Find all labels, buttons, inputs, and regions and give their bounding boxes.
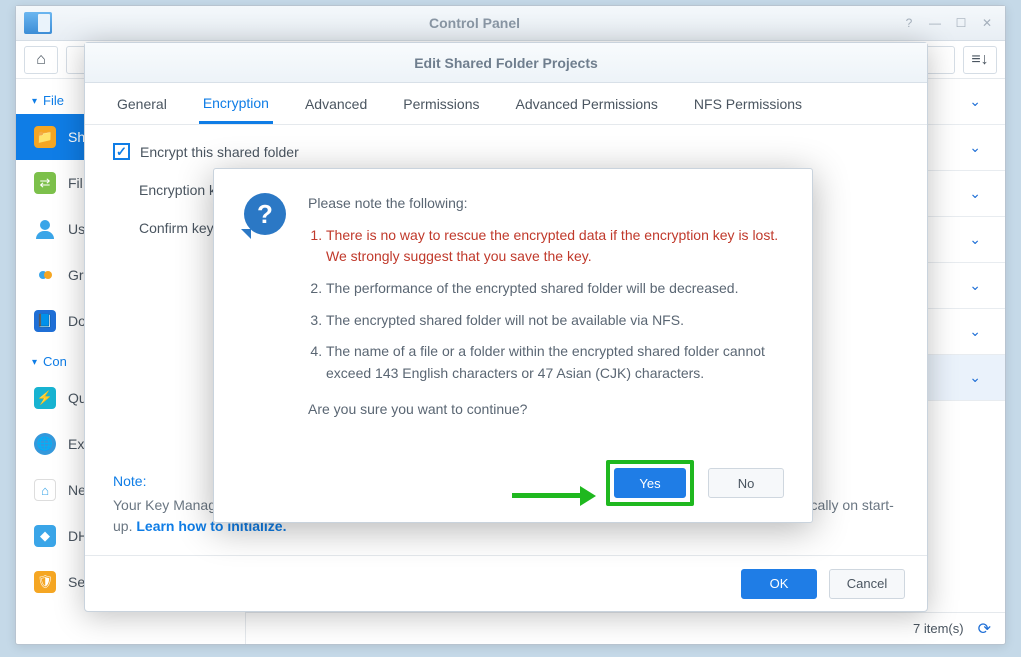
dialog-title: Edit Shared Folder Projects [85, 43, 927, 83]
yes-highlight: Yes [606, 460, 694, 506]
confirm-question: Are you sure you want to continue? [308, 399, 782, 421]
instruction-arrow [512, 493, 582, 498]
chevron-down-icon: ⌄ [969, 231, 981, 248]
chevron-down-icon: ⌄ [969, 323, 981, 340]
chevron-down-icon: ⌄ [969, 369, 981, 386]
confirm-heading: Please note the following: [308, 193, 782, 215]
home-icon: ⌂ [36, 51, 46, 69]
sidebar-label: Ex [68, 436, 84, 452]
close-button[interactable]: ✕ [975, 13, 999, 33]
encrypt-label: Encrypt this shared folder [140, 144, 299, 160]
dhcp-icon: ◆ [34, 525, 56, 547]
sidebar-label: Us [68, 221, 85, 237]
chevron-down-icon: ⌄ [969, 185, 981, 202]
minimize-button[interactable]: — [923, 13, 947, 33]
folder-share-icon: 📁 [34, 126, 56, 148]
no-button[interactable]: No [708, 468, 784, 498]
user-icon [34, 218, 56, 240]
sidebar-label: Fil [68, 175, 83, 191]
chevron-down-icon: ⌄ [969, 139, 981, 156]
confirm-footer: Yes No [606, 460, 784, 506]
item-count: 7 item(s) [913, 621, 964, 636]
cancel-button[interactable]: Cancel [829, 569, 905, 599]
globe-icon: 🌐 [34, 433, 56, 455]
domain-icon: 📘 [34, 310, 56, 332]
tab-encryption[interactable]: Encryption [199, 85, 273, 124]
tab-advanced[interactable]: Advanced [301, 86, 371, 122]
ok-button[interactable]: OK [741, 569, 817, 599]
confirm-item-2: The performance of the encrypted shared … [326, 278, 782, 300]
shield-icon: 🛡 [34, 571, 56, 593]
window-title: Control Panel [52, 15, 897, 31]
sidebar-label: Gr [68, 267, 84, 283]
maximize-button[interactable]: ☐ [949, 13, 973, 33]
tab-permissions[interactable]: Permissions [399, 86, 483, 122]
help-button[interactable]: ? [897, 13, 921, 33]
dialog-tabs: General Encryption Advanced Permissions … [85, 83, 927, 125]
quickconnect-icon: ⚡ [34, 387, 56, 409]
dialog-footer: OK Cancel [85, 555, 927, 611]
network-icon: ⌂ [34, 479, 56, 501]
tab-general[interactable]: General [113, 86, 171, 122]
sort-button[interactable]: ≡↓ [963, 46, 997, 74]
encrypt-checkbox-row: ✓ Encrypt this shared folder [113, 143, 899, 160]
tab-advanced-permissions[interactable]: Advanced Permissions [512, 86, 662, 122]
confirm-dialog: ? Please note the following: There is no… [213, 168, 813, 523]
chevron-down-icon: ⌄ [969, 277, 981, 294]
sidebar-label: Sh [68, 129, 85, 145]
refresh-icon[interactable]: ⟳ [978, 619, 991, 639]
confirm-item-3: The encrypted shared folder will not be … [326, 310, 782, 332]
tab-nfs-permissions[interactable]: NFS Permissions [690, 86, 806, 122]
status-bar: 7 item(s) ⟳ [246, 612, 1005, 644]
app-icon [24, 12, 52, 34]
home-button[interactable]: ⌂ [24, 46, 58, 74]
confirm-content: Please note the following: There is no w… [308, 193, 782, 421]
yes-button[interactable]: Yes [614, 468, 686, 498]
encrypt-checkbox[interactable]: ✓ [113, 143, 130, 160]
group-icon [34, 264, 56, 286]
confirm-list: There is no way to rescue the encrypted … [308, 225, 782, 385]
confirm-item-1: There is no way to rescue the encrypted … [326, 225, 782, 268]
chevron-down-icon: ⌄ [969, 93, 981, 110]
titlebar: Control Panel ? — ☐ ✕ [16, 6, 1005, 41]
confirm-body: ? Please note the following: There is no… [244, 193, 782, 421]
question-icon: ? [244, 193, 286, 235]
confirm-item-4: The name of a file or a folder within th… [326, 341, 782, 384]
window-controls: ? — ☐ ✕ [897, 13, 999, 33]
file-services-icon: ⇄ [34, 172, 56, 194]
